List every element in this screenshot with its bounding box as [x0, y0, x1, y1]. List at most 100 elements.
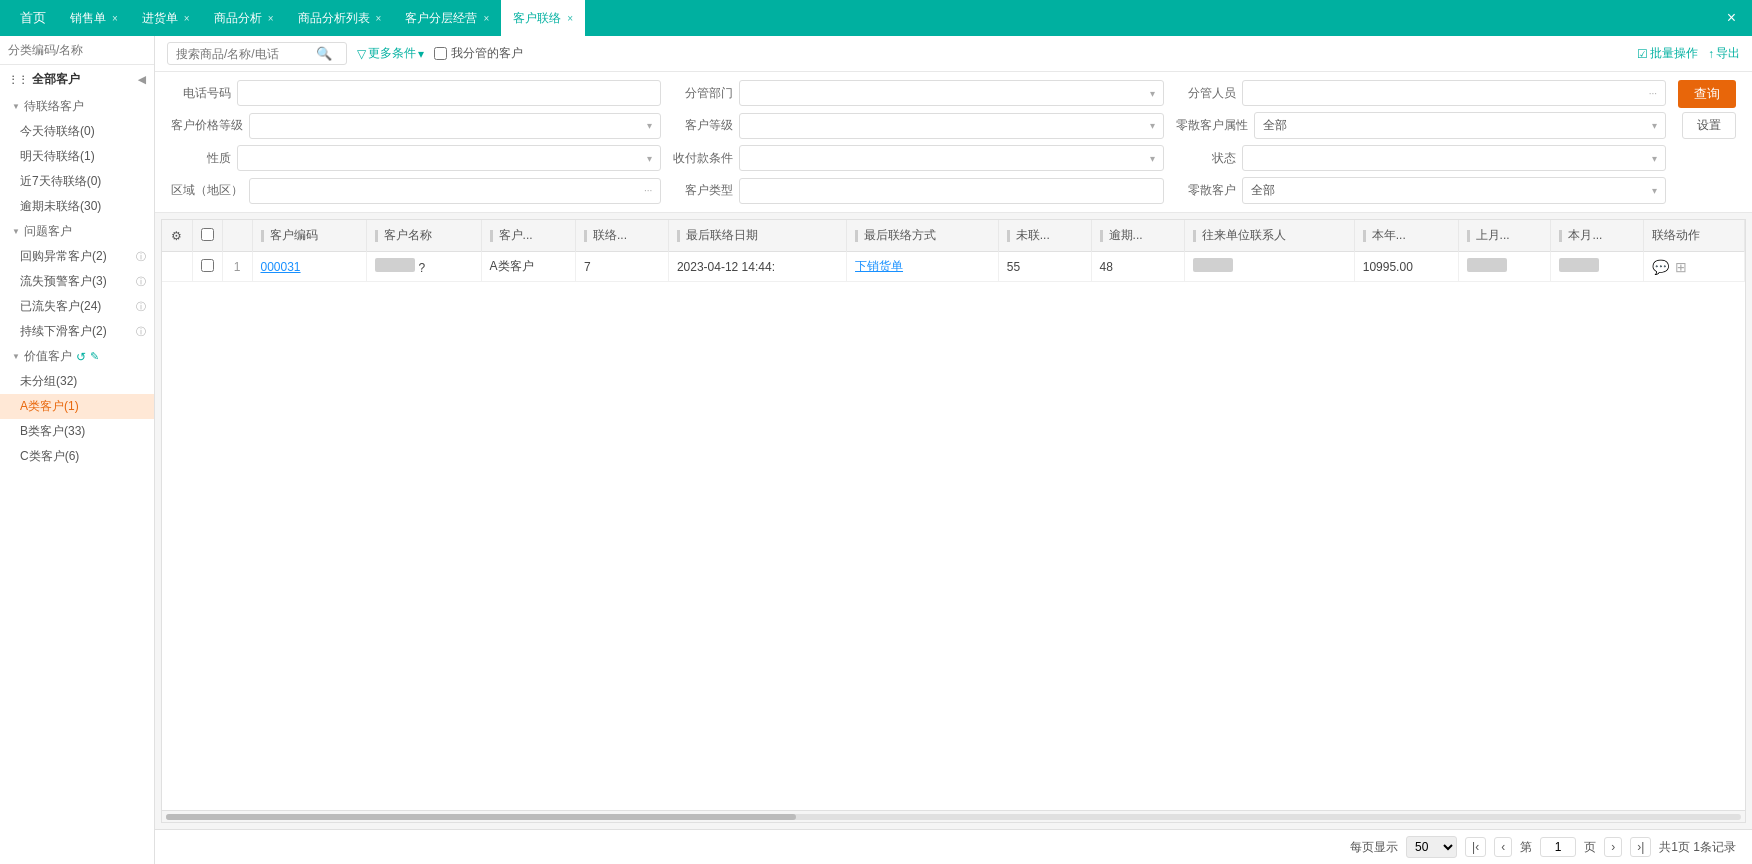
resize-handle-7[interactable]	[1007, 230, 1010, 242]
col-last-method[interactable]: 最后联络方式	[847, 220, 999, 252]
more-action-icon[interactable]: ⊞	[1675, 259, 1687, 275]
last-page-btn[interactable]: ›|	[1630, 837, 1651, 857]
edit-value-icon[interactable]: ✎	[90, 350, 99, 363]
sidebar-group-pending[interactable]: ▼ 待联络客户	[0, 94, 154, 119]
col-last-month[interactable]: 上月...	[1458, 220, 1551, 252]
nav-tab-analysis-list[interactable]: 商品分析列表 ×	[286, 0, 394, 36]
collapse-icon[interactable]: ◀	[138, 74, 146, 85]
nav-tab-purchase[interactable]: 进货单 ×	[130, 0, 202, 36]
resize-handle-10[interactable]	[1363, 230, 1366, 242]
sidebar-item-overdue[interactable]: 逾期未联络(30)	[0, 194, 154, 219]
resize-handle-11[interactable]	[1467, 230, 1470, 242]
search-input[interactable]	[176, 47, 316, 61]
sidebar-item-class-c[interactable]: C类客户(6)	[0, 444, 154, 469]
sidebar-item-7days[interactable]: 近7天待联络(0)	[0, 169, 154, 194]
next-page-btn[interactable]: ›	[1604, 837, 1622, 857]
nav-tab-sales[interactable]: 销售单 ×	[58, 0, 130, 36]
resize-handle-3[interactable]	[490, 230, 493, 242]
sidebar-all-customers[interactable]: ⋮⋮ 全部客户 ◀	[0, 65, 154, 94]
filter-status-select[interactable]: ▾	[1242, 145, 1666, 171]
resize-handle-4[interactable]	[584, 230, 587, 242]
col-this-month[interactable]: 本月...	[1551, 220, 1644, 252]
prev-page-btn[interactable]: ‹	[1494, 837, 1512, 857]
gear-icon[interactable]: ⚙	[171, 229, 182, 243]
sidebar-group-value[interactable]: ▼ 价值客户 ↺ ✎	[0, 344, 154, 369]
col-level[interactable]: 客户...	[481, 220, 575, 252]
col-company-contact[interactable]: 往来单位联系人	[1184, 220, 1354, 252]
more-filters-button[interactable]: ▽ 更多条件 ▾	[357, 45, 424, 62]
page-size-select[interactable]: 50 100 200	[1406, 836, 1457, 858]
sidebar-item-churned[interactable]: 已流失客户(24) ⓘ	[0, 294, 154, 319]
nav-tab-customer-segment[interactable]: 客户分层经营 ×	[393, 0, 501, 36]
col-not-contact[interactable]: 未联...	[998, 220, 1091, 252]
filter-manager-input[interactable]: ···	[1242, 80, 1666, 106]
resize-handle-5[interactable]	[677, 230, 680, 242]
nav-tab-analysis-list-close[interactable]: ×	[376, 13, 382, 24]
sidebar-item-repurchase[interactable]: 回购异常客户(2) ⓘ	[0, 244, 154, 269]
filter-nature-select[interactable]: ▾	[237, 145, 661, 171]
select-all-checkbox[interactable]	[201, 228, 214, 241]
nav-tab-analysis-close[interactable]: ×	[268, 13, 274, 24]
row-last-method[interactable]: 下销货单	[847, 252, 999, 282]
refresh-value-icon[interactable]: ↺	[76, 350, 86, 364]
sidebar-group-problem[interactable]: ▼ 问题客户	[0, 219, 154, 244]
sidebar-item-today[interactable]: 今天待联络(0)	[0, 119, 154, 144]
sidebar-item-declining[interactable]: 持续下滑客户(2) ⓘ	[0, 319, 154, 344]
nav-tab-analysis[interactable]: 商品分析 ×	[202, 0, 286, 36]
resize-handle[interactable]	[261, 230, 264, 242]
row-checkbox-cell[interactable]	[192, 252, 222, 282]
batch-op-button[interactable]: ☑ 批量操作	[1637, 45, 1698, 62]
window-close-button[interactable]: ×	[1719, 9, 1744, 27]
search-icon[interactable]: 🔍	[316, 46, 332, 61]
page-number-input[interactable]	[1540, 837, 1576, 857]
nav-tab-purchase-close[interactable]: ×	[184, 13, 190, 24]
resize-handle-6[interactable]	[855, 230, 858, 242]
export-button[interactable]: ↑ 导出	[1708, 45, 1740, 62]
sidebar-search-input[interactable]	[8, 43, 155, 57]
sidebar-item-ungrouped[interactable]: 未分组(32)	[0, 369, 154, 394]
nav-tab-customer-segment-close[interactable]: ×	[483, 13, 489, 24]
col-this-year[interactable]: 本年...	[1354, 220, 1458, 252]
nav-tab-sales-close[interactable]: ×	[112, 13, 118, 24]
filter-customer-type-input[interactable]	[739, 178, 1163, 204]
resize-handle-12[interactable]	[1559, 230, 1562, 242]
sidebar-item-tomorrow[interactable]: 明天待联络(1)	[0, 144, 154, 169]
resize-handle-8[interactable]	[1100, 230, 1103, 242]
contact-icon[interactable]: 💬	[1652, 259, 1669, 275]
col-last-date[interactable]: 最后联络日期	[668, 220, 846, 252]
col-name[interactable]: 客户名称	[367, 220, 482, 252]
resize-handle-2[interactable]	[375, 230, 378, 242]
filter-payment-select[interactable]: ▾	[739, 145, 1163, 171]
nav-tab-customer-contact-close[interactable]: ×	[567, 13, 573, 24]
col-checkbox[interactable]	[192, 220, 222, 252]
scrollbar-thumb[interactable]	[166, 814, 796, 820]
filter-dept-select[interactable]: ▾	[739, 80, 1163, 106]
resize-handle-9[interactable]	[1193, 230, 1196, 242]
sidebar-item-churn-warning[interactable]: 流失预警客户(3) ⓘ	[0, 269, 154, 294]
filter-phone-input[interactable]	[237, 80, 661, 106]
row-last-method-value[interactable]: 下销货单	[855, 259, 903, 273]
nav-tab-customer-contact[interactable]: 客户联络 ×	[501, 0, 585, 36]
sidebar-item-class-a[interactable]: A类客户(1)	[0, 394, 154, 419]
my-customers-checkbox[interactable]	[434, 47, 447, 60]
horizontal-scrollbar[interactable]	[162, 810, 1745, 822]
row-code-value[interactable]: 000031	[261, 260, 301, 274]
filter-retail-select[interactable]: 全部 ▾	[1242, 177, 1666, 204]
filter-region-select[interactable]: ···	[249, 178, 661, 204]
filter-bar: 🔍 ▽ 更多条件 ▾ 我分管的客户 ☑ 批量操作 ↑ 导出	[155, 36, 1752, 72]
sidebar-item-class-b[interactable]: B类客户(33)	[0, 419, 154, 444]
filter-price-level-select[interactable]: ▾	[249, 113, 661, 139]
query-button[interactable]: 查询	[1678, 80, 1736, 108]
row-code[interactable]: 000031	[252, 252, 367, 282]
row-checkbox[interactable]	[201, 259, 214, 272]
col-settings[interactable]: ⚙	[162, 220, 192, 252]
row-last-date-value: 2023-04-12 14:44:	[677, 260, 775, 274]
setting-button[interactable]: 设置	[1682, 112, 1736, 139]
filter-customer-level-select[interactable]: ▾	[739, 113, 1163, 139]
filter-scattered-attr-select[interactable]: 全部 ▾	[1254, 112, 1666, 139]
col-contact[interactable]: 联络...	[576, 220, 669, 252]
col-overdue[interactable]: 逾期...	[1091, 220, 1184, 252]
first-page-btn[interactable]: |‹	[1465, 837, 1486, 857]
nav-home[interactable]: 首页	[8, 0, 58, 36]
col-code[interactable]: 客户编码	[252, 220, 367, 252]
